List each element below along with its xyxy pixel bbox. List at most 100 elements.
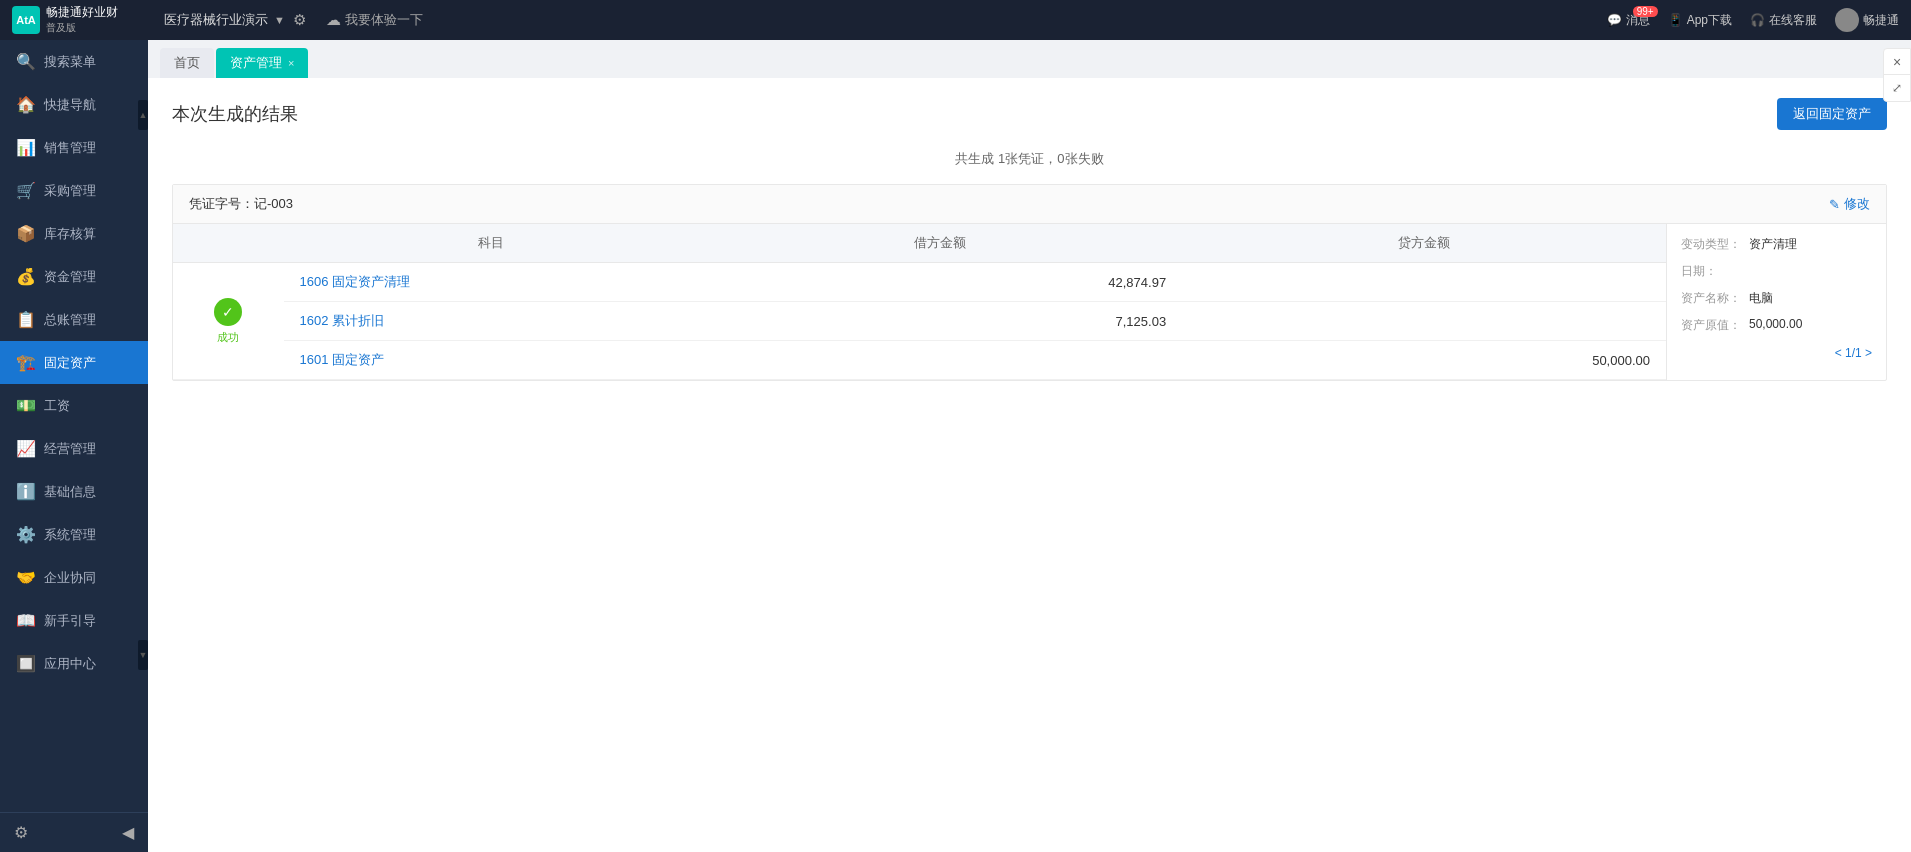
page-title: 本次生成的结果	[172, 102, 298, 126]
app-download-label: App下载	[1687, 12, 1732, 29]
company-selector[interactable]: 医疗器械行业演示 ▼	[164, 11, 285, 29]
sidebar-item-salary-label: 工资	[44, 397, 70, 415]
sidebar-bottom: ⚙ ◀	[0, 812, 148, 852]
settings-icon[interactable]: ⚙	[293, 11, 306, 29]
sales-icon: 📊	[16, 138, 36, 157]
sidebar-item-sales-label: 销售管理	[44, 139, 96, 157]
detail-pagination[interactable]: < 1/1 >	[1681, 346, 1872, 360]
online-service-label: 在线客服	[1769, 12, 1817, 29]
sidebar-scroll-up[interactable]: ▲	[138, 100, 148, 130]
debit-cell-1: 42,874.97	[698, 263, 1182, 302]
subject-cell-3[interactable]: 1601 固定资产	[284, 341, 699, 380]
asset-value-label: 资产原值：	[1681, 317, 1749, 334]
tab-asset-mgmt[interactable]: 资产管理 ×	[216, 48, 308, 78]
tab-asset-mgmt-close[interactable]: ×	[288, 57, 294, 69]
voucher-header: 凭证字号：记-003 ✎ 修改	[173, 185, 1886, 224]
sidebar-item-salary[interactable]: 💵 工资	[0, 384, 148, 427]
voucher-edit-button[interactable]: ✎ 修改	[1829, 195, 1870, 213]
subject-cell-1[interactable]: 1606 固定资产清理	[284, 263, 699, 302]
try-button[interactable]: ☁ 我要体验一下	[326, 11, 423, 29]
sidebar-item-inventory-label: 库存核算	[44, 225, 96, 243]
sidebar-item-inventory[interactable]: 📦 库存核算	[0, 212, 148, 255]
sidebar-item-enterprise[interactable]: 🤝 企业协同	[0, 556, 148, 599]
voucher-table: 科目 借方金额 贷方金额 ✓ 成	[173, 224, 1666, 380]
sidebar: ▲ 🔍 搜索菜单 🏠 快捷导航 📊 销售管理 🛒 采购管理 📦 库存核算	[0, 40, 148, 852]
sidebar-item-fixed-assets[interactable]: 🏗️ 固定资产	[0, 341, 148, 384]
sidebar-item-purchase-label: 采购管理	[44, 182, 96, 200]
sidebar-item-system[interactable]: ⚙️ 系统管理	[0, 513, 148, 556]
asset-value-value: 50,000.00	[1749, 317, 1872, 334]
status-col-header	[173, 224, 284, 263]
tab-home-label: 首页	[174, 54, 200, 72]
page-header: 本次生成的结果 返回固定资产	[172, 98, 1887, 130]
top-bar-right: 💬 消息 99+ 📱 App下载 🎧 在线客服 畅捷通	[1607, 8, 1899, 32]
sidebar-scroll: 🔍 搜索菜单 🏠 快捷导航 📊 销售管理 🛒 采购管理 📦 库存核算 💰	[0, 40, 148, 812]
date-value	[1749, 263, 1872, 280]
sidebar-item-enterprise-label: 企业协同	[44, 569, 96, 587]
basic-info-icon: ℹ️	[16, 482, 36, 501]
user-profile[interactable]: 畅捷通	[1835, 8, 1899, 32]
sidebar-item-quick-nav[interactable]: 🏠 快捷导航	[0, 83, 148, 126]
operations-icon: 📈	[16, 439, 36, 458]
salary-icon: 💵	[16, 396, 36, 415]
online-service-icon: 🎧	[1750, 13, 1765, 27]
credit-cell-2	[1182, 302, 1666, 341]
debit-col-header: 借方金额	[698, 224, 1182, 263]
avatar	[1835, 8, 1859, 32]
messages-button[interactable]: 💬 消息 99+	[1607, 12, 1650, 29]
detail-date: 日期：	[1681, 263, 1872, 280]
try-icon: ☁	[326, 11, 341, 29]
tab-asset-mgmt-label: 资产管理	[230, 54, 282, 72]
tab-bar: 首页 资产管理 ×	[148, 40, 1911, 78]
sidebar-collapse-icon[interactable]: ◀	[122, 823, 134, 842]
message-icon: 💬	[1607, 13, 1622, 27]
sidebar-item-operations-label: 经营管理	[44, 440, 96, 458]
sidebar-item-general-ledger[interactable]: 📋 总账管理	[0, 298, 148, 341]
sidebar-item-quick-nav-label: 快捷导航	[44, 96, 96, 114]
sidebar-item-search[interactable]: 🔍 搜索菜单	[0, 40, 148, 83]
panel-controls: × ⤢	[1883, 48, 1911, 102]
online-service-button[interactable]: 🎧 在线客服	[1750, 12, 1817, 29]
return-button[interactable]: 返回固定资产	[1777, 98, 1887, 130]
sidebar-item-funds[interactable]: 💰 资金管理	[0, 255, 148, 298]
sidebar-item-operations[interactable]: 📈 经营管理	[0, 427, 148, 470]
table-row: 1602 累计折旧 7,125.03	[173, 302, 1666, 341]
table-row: ✓ 成功 1606 固定资产清理 42,874.97	[173, 263, 1666, 302]
table-row: 1601 固定资产 50,000.00	[173, 341, 1666, 380]
app-download-icon: 📱	[1668, 13, 1683, 27]
status-cell: ✓ 成功	[173, 263, 284, 380]
sidebar-item-fixed-assets-label: 固定资产	[44, 354, 96, 372]
panel-expand-button[interactable]: ⤢	[1884, 75, 1910, 101]
debit-cell-2: 7,125.03	[698, 302, 1182, 341]
sidebar-item-app-center-label: 应用中心	[44, 655, 96, 673]
scroll-up-icon: ▲	[139, 110, 148, 120]
main-layout: ▲ 🔍 搜索菜单 🏠 快捷导航 📊 销售管理 🛒 采购管理 📦 库存核算	[0, 40, 1911, 852]
sidebar-scroll-down[interactable]: ▼	[138, 640, 148, 670]
sidebar-item-funds-label: 资金管理	[44, 268, 96, 286]
asset-name-label: 资产名称：	[1681, 290, 1749, 307]
sidebar-item-purchase[interactable]: 🛒 采购管理	[0, 169, 148, 212]
home-icon: 🏠	[16, 95, 36, 114]
result-summary: 共生成 1张凭证，0张失败	[172, 150, 1887, 168]
sidebar-item-guide[interactable]: 📖 新手引导	[0, 599, 148, 642]
company-dropdown-icon: ▼	[274, 14, 285, 26]
debit-cell-3	[698, 341, 1182, 380]
inventory-icon: 📦	[16, 224, 36, 243]
panel-close-button[interactable]: ×	[1884, 49, 1910, 75]
company-name: 医疗器械行业演示	[164, 11, 268, 29]
date-label: 日期：	[1681, 263, 1749, 280]
guide-icon: 📖	[16, 611, 36, 630]
sidebar-item-basic-info[interactable]: ℹ️ 基础信息	[0, 470, 148, 513]
credit-col-header: 贷方金额	[1182, 224, 1666, 263]
subject-cell-2[interactable]: 1602 累计折旧	[284, 302, 699, 341]
sidebar-item-sales[interactable]: 📊 销售管理	[0, 126, 148, 169]
tab-home[interactable]: 首页	[160, 48, 214, 78]
voucher-content: 科目 借方金额 贷方金额 ✓ 成	[173, 224, 1886, 380]
app-logo: AtA 畅捷通好业财 普及版	[12, 5, 160, 35]
app-download-button[interactable]: 📱 App下载	[1668, 12, 1732, 29]
page-content: 本次生成的结果 返回固定资产 共生成 1张凭证，0张失败 凭证字号：记-003 …	[148, 78, 1911, 852]
sidebar-settings-icon[interactable]: ⚙	[14, 823, 28, 842]
credit-cell-1	[1182, 263, 1666, 302]
content-area: 首页 资产管理 × 本次生成的结果 返回固定资产 共生成 1张凭证，0张失败 凭…	[148, 40, 1911, 852]
sidebar-item-app-center[interactable]: 🔲 应用中心	[0, 642, 148, 685]
